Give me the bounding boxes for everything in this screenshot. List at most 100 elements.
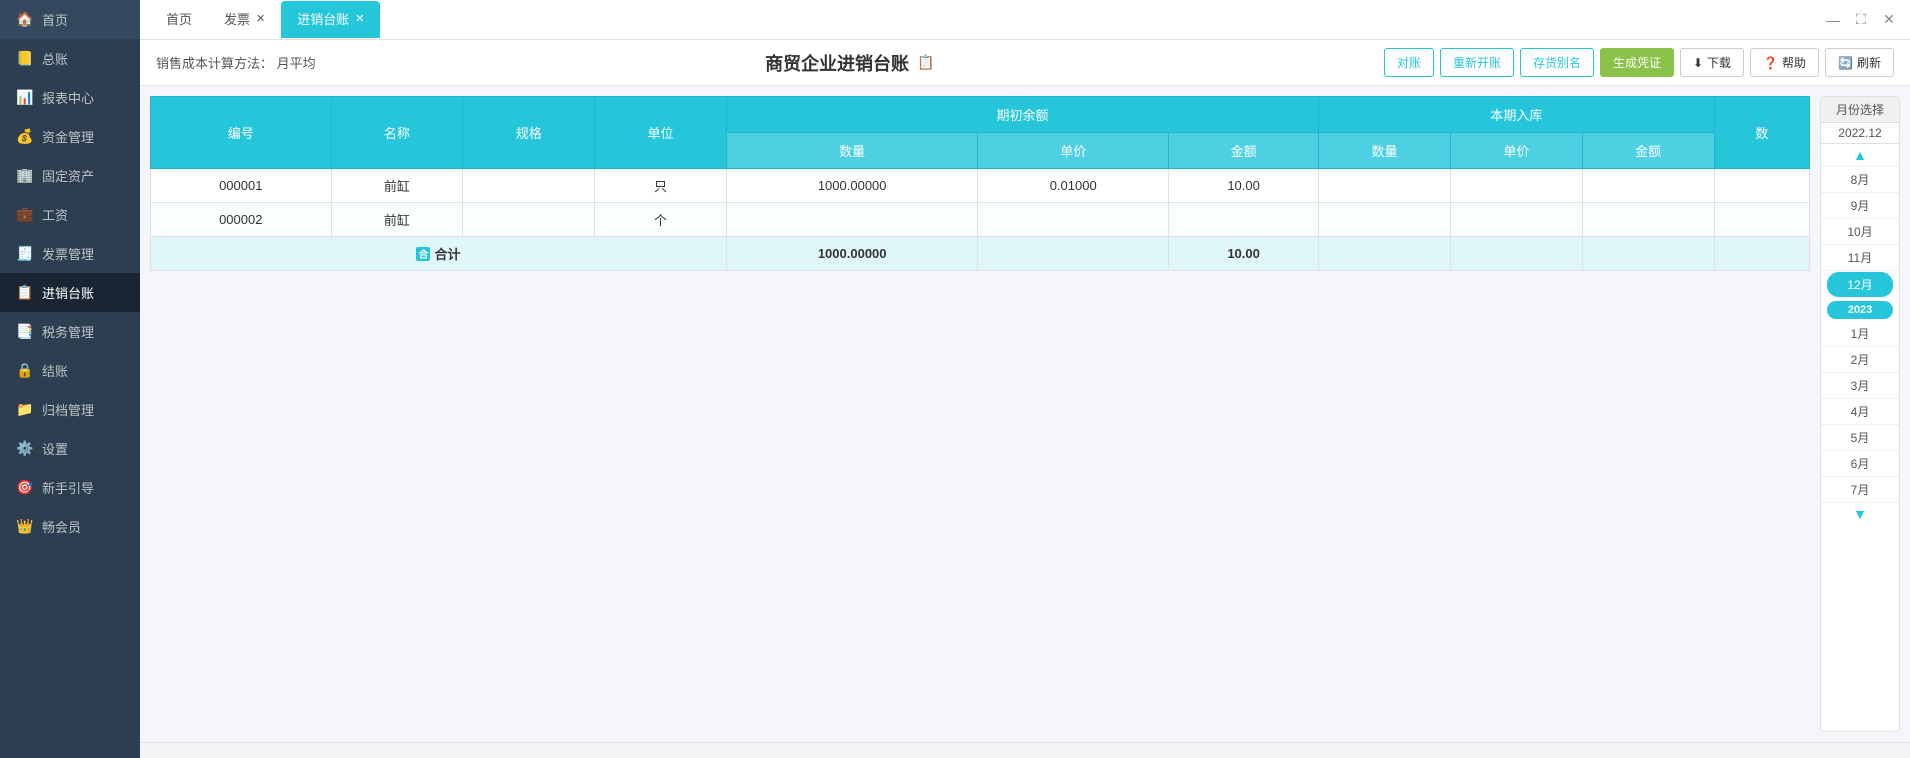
sidebar-item-label: 设置 — [42, 439, 68, 458]
cell-in-price — [1450, 203, 1582, 237]
total-in-amount — [1582, 237, 1714, 271]
main-content: 首页 发票 ✕ 进销台账 ✕ — ⛶ ✕ 销售成本计算方法： 月平均 商贸企业进… — [140, 0, 1910, 758]
page-content: 销售成本计算方法： 月平均 商贸企业进销台账 📋 对账 重新开账 存货别名 生成… — [140, 40, 1910, 758]
month-item-6[interactable]: 6月 — [1821, 451, 1899, 477]
cell-name: 前缸 — [331, 203, 463, 237]
sidebar-item-tax[interactable]: 📑 税务管理 — [0, 312, 140, 351]
month-panel-year-2022: 2022.12 — [1821, 123, 1899, 144]
tab-bar: 首页 发票 ✕ 进销台账 ✕ — ⛶ ✕ — [140, 0, 1910, 40]
sidebar-item-member[interactable]: 👑 畅会员 — [0, 507, 140, 546]
tab-inventory-close[interactable]: ✕ — [355, 12, 364, 25]
cost-method: 销售成本计算方法： 月平均 — [156, 53, 316, 72]
top-bar: 销售成本计算方法： 月平均 商贸企业进销台账 📋 对账 重新开账 存货别名 生成… — [140, 40, 1910, 86]
sidebar-item-label: 进销台账 — [42, 283, 94, 302]
help-button[interactable]: ❓ 帮助 — [1750, 48, 1819, 77]
sidebar-item-label: 资金管理 — [42, 127, 94, 146]
month-item-2[interactable]: 2月 — [1821, 347, 1899, 373]
sidebar-item-ledger[interactable]: 📒 总账 — [0, 39, 140, 78]
month-item-7[interactable]: 7月 — [1821, 477, 1899, 503]
total-text: 合计 — [434, 244, 460, 263]
reconcile-button[interactable]: 对账 — [1384, 48, 1434, 77]
reports-icon: 📊 — [16, 89, 34, 106]
tab-inventory[interactable]: 进销台账 ✕ — [281, 1, 380, 38]
month-item-8[interactable]: 8月 — [1821, 167, 1899, 193]
invoice-mgmt-icon: 🧾 — [16, 245, 34, 262]
salary-icon: 💼 — [16, 206, 34, 223]
member-icon: 👑 — [16, 518, 34, 535]
total-row: 合 合计 1000.00000 10.00 — [151, 237, 1810, 271]
cost-method-value: 月平均 — [277, 56, 316, 71]
generate-voucher-button[interactable]: 生成凭证 — [1600, 48, 1674, 77]
cell-opening-amount: 10.00 — [1169, 169, 1319, 203]
sidebar-item-inventory[interactable]: 📋 进销台账 — [0, 273, 140, 312]
sidebar-item-assets[interactable]: 🏢 固定资产 — [0, 156, 140, 195]
sidebar-item-guide[interactable]: 🎯 新手引导 — [0, 468, 140, 507]
cell-extra — [1714, 203, 1809, 237]
cell-opening-qty: 1000.00000 — [726, 169, 977, 203]
tab-invoice-label: 发票 — [224, 9, 250, 28]
tab-home-label: 首页 — [166, 9, 192, 28]
close-button[interactable]: ✕ — [1878, 9, 1900, 31]
sidebar-item-label: 发票管理 — [42, 244, 94, 263]
col-code: 编号 — [151, 97, 332, 169]
cell-code: 000001 — [151, 169, 332, 203]
sidebar-item-archive[interactable]: 📁 归档管理 — [0, 390, 140, 429]
year-2023-label: 2023 — [1827, 301, 1893, 319]
tab-inventory-label: 进销台账 — [297, 9, 349, 28]
cell-opening-amount — [1169, 203, 1319, 237]
home-icon: 🏠 — [16, 11, 34, 28]
sidebar-item-funds[interactable]: 💰 资金管理 — [0, 117, 140, 156]
sidebar-item-label: 新手引导 — [42, 478, 94, 497]
sidebar-item-label: 报表中心 — [42, 88, 94, 107]
minimize-button[interactable]: — — [1822, 9, 1844, 31]
month-panel: 月份选择 2022.12 ▲ 8月 9月 10月 11月 12月 2023 1月… — [1820, 96, 1900, 732]
sidebar-item-reports[interactable]: 📊 报表中心 — [0, 78, 140, 117]
reopen-button[interactable]: 重新开账 — [1440, 48, 1514, 77]
month-item-3[interactable]: 3月 — [1821, 373, 1899, 399]
month-item-4[interactable]: 4月 — [1821, 399, 1899, 425]
inventory-table: 编号 名称 规格 单位 期初余额 本期入库 数 数量 单价 金额 数 — [150, 96, 1810, 271]
save-alias-button[interactable]: 存货别名 — [1520, 48, 1594, 77]
month-item-11[interactable]: 11月 — [1821, 245, 1899, 271]
col-name: 名称 — [331, 97, 463, 169]
sidebar-item-label: 税务管理 — [42, 322, 94, 341]
tab-home[interactable]: 首页 — [150, 1, 208, 38]
total-in-qty — [1319, 237, 1451, 271]
guide-icon: 🎯 — [16, 479, 34, 496]
refresh-button[interactable]: 🔄 刷新 — [1825, 48, 1894, 77]
month-item-10[interactable]: 10月 — [1821, 219, 1899, 245]
col-in-qty: 数量 — [1319, 133, 1451, 169]
cell-spec — [463, 203, 595, 237]
maximize-button[interactable]: ⛶ — [1850, 9, 1872, 31]
tab-invoice-close[interactable]: ✕ — [256, 12, 265, 25]
month-scroll-down[interactable]: ▼ — [1821, 503, 1899, 525]
col-opening-amount: 金额 — [1169, 133, 1319, 169]
month-item-12[interactable]: 12月 — [1827, 272, 1893, 298]
sidebar-item-invoice-mgmt[interactable]: 🧾 发票管理 — [0, 234, 140, 273]
help-icon: ❓ — [1763, 56, 1778, 70]
month-panel-header: 月份选择 — [1821, 97, 1899, 123]
tab-invoice[interactable]: 发票 ✕ — [208, 1, 281, 38]
main-table-wrapper: 编号 名称 规格 单位 期初余额 本期入库 数 数量 单价 金额 数 — [150, 96, 1810, 732]
sidebar-item-settings[interactable]: ⚙️ 设置 — [0, 429, 140, 468]
month-item-9[interactable]: 9月 — [1821, 193, 1899, 219]
total-opening-amount: 10.00 — [1169, 237, 1319, 271]
bottom-scrollbar[interactable] — [140, 742, 1910, 758]
sidebar-item-label: 工资 — [42, 205, 68, 224]
sidebar-item-label: 首页 — [42, 10, 68, 29]
sidebar-item-home[interactable]: 🏠 首页 — [0, 0, 140, 39]
col-opening-qty: 数量 — [726, 133, 977, 169]
total-opening-price — [978, 237, 1169, 271]
table-header-row-1: 编号 名称 规格 单位 期初余额 本期入库 数 — [151, 97, 1810, 133]
month-item-1[interactable]: 1月 — [1821, 321, 1899, 347]
month-scroll-up[interactable]: ▲ — [1821, 144, 1899, 167]
archive-icon: 📁 — [16, 401, 34, 418]
month-item-5[interactable]: 5月 — [1821, 425, 1899, 451]
sidebar-item-closing[interactable]: 🔒 结账 — [0, 351, 140, 390]
download-button[interactable]: ⬇ 下载 — [1680, 48, 1744, 77]
window-controls: — ⛶ ✕ — [1822, 9, 1900, 31]
sidebar-item-salary[interactable]: 💼 工资 — [0, 195, 140, 234]
title-info-icon[interactable]: 📋 — [917, 54, 934, 71]
cell-name: 前缸 — [331, 169, 463, 203]
title-text: 商贸企业进销台账 — [765, 50, 909, 76]
